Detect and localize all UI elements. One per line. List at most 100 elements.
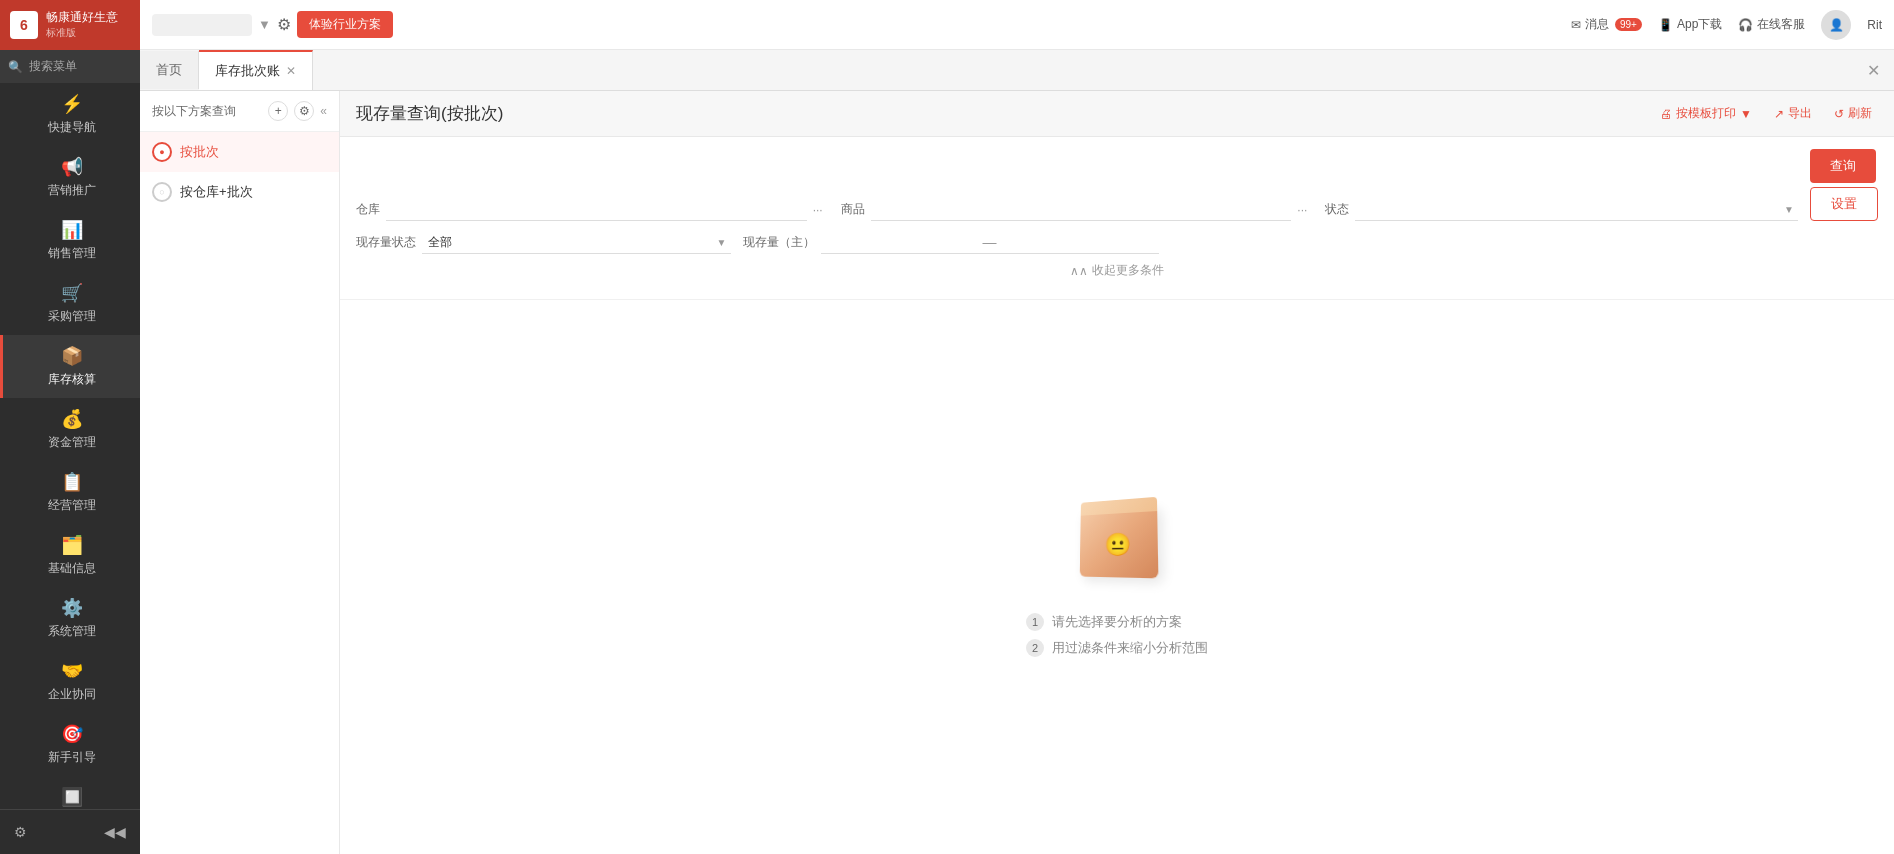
left-scheme-panel: 按以下方案查询 + ⚙ « ● 按批次 ○ 按仓库+批次 xyxy=(140,91,340,854)
collapse-left-panel-btn[interactable]: « xyxy=(320,104,327,118)
finance-label: 资金管理 xyxy=(48,434,96,451)
tab-inventory-batch-label: 库存批次账 xyxy=(215,62,280,80)
left-panel-actions: + ⚙ « xyxy=(268,101,327,121)
newcomer-label: 新手引导 xyxy=(48,749,96,766)
refresh-btn[interactable]: ↺ 刷新 xyxy=(1828,101,1878,126)
hint-text-1: 请先选择要分析的方案 xyxy=(1052,613,1182,631)
sidebar-item-sales[interactable]: 📊 销售管理 xyxy=(0,209,140,272)
sidebar-item-marketing[interactable]: 📢 营销推广 xyxy=(0,146,140,209)
status-filter: 状态 全部 ▼ xyxy=(1325,198,1798,221)
experience-btn[interactable]: 体验行业方案 xyxy=(297,11,393,38)
stock-status-select[interactable]: 全部 有库存 无库存 xyxy=(422,231,731,254)
topbar-gear-icon[interactable]: ⚙ xyxy=(277,15,291,34)
quick-nav-icon: ⚡ xyxy=(61,93,83,115)
tab-inventory-batch-close[interactable]: ✕ xyxy=(286,64,296,78)
sales-label: 销售管理 xyxy=(48,245,96,262)
purchase-icon: 🛒 xyxy=(61,282,83,304)
content-area: 按以下方案查询 + ⚙ « ● 按批次 ○ 按仓库+批次 现存量查询(按批次) xyxy=(140,91,1894,854)
sidebar-header: 6 畅康通好生意 标准版 xyxy=(0,0,140,50)
basic-icon: 🗂️ xyxy=(61,534,83,556)
product-input[interactable] xyxy=(871,198,1292,221)
topbar-message[interactable]: ✉ 消息 99+ xyxy=(1571,16,1642,33)
scheme-settings-btn[interactable]: ⚙ xyxy=(294,101,314,121)
scheme-by-batch[interactable]: ● 按批次 xyxy=(140,132,339,172)
stock-main-from[interactable] xyxy=(821,231,979,253)
sidebar-item-app-center[interactable]: 🔲 应用中心 xyxy=(0,776,140,809)
sidebar-item-basic[interactable]: 🗂️ 基础信息 xyxy=(0,524,140,587)
query-btn[interactable]: 查询 xyxy=(1810,149,1876,183)
enterprise-label: 企业协同 xyxy=(48,686,96,703)
scheme-by-warehouse-batch-icon: ○ xyxy=(152,182,172,202)
operations-icon: 📋 xyxy=(61,471,83,493)
empty-face: 😐 xyxy=(1104,531,1130,557)
app-name: 畅康通好生意 xyxy=(46,10,118,26)
warehouse-more-btn[interactable]: ··· xyxy=(807,201,829,219)
sidebar-item-quick-nav[interactable]: ⚡ 快捷导航 xyxy=(0,83,140,146)
stock-main-sep: — xyxy=(983,234,997,250)
empty-hint-2: 2 用过滤条件来缩小分析范围 xyxy=(1026,639,1208,657)
quick-nav-label: 快捷导航 xyxy=(48,119,96,136)
stock-status-filter: 现存量状态 全部 有库存 无库存 ▼ xyxy=(356,231,731,254)
sidebar-item-system[interactable]: ⚙️ 系统管理 xyxy=(0,587,140,650)
topbar-search-input[interactable] xyxy=(152,14,252,36)
service-icon: 🎧 xyxy=(1738,18,1753,32)
collapse-btn-label: 收起更多条件 xyxy=(1092,262,1164,279)
stock-main-label: 现存量（主） xyxy=(743,234,815,251)
warehouse-label: 仓库 xyxy=(356,201,380,218)
topbar: ▼ ⚙ 体验行业方案 ✉ 消息 99+ 📱 App下载 🎧 在线客服 👤 Rit xyxy=(140,0,1894,50)
empty-illustration: 😐 xyxy=(1057,497,1177,597)
message-badge: 99+ xyxy=(1615,18,1642,31)
sidebar: 6 畅康通好生意 标准版 🔍 搜索菜单 ⚡ 快捷导航 📢 营销推广 📊 销售管理… xyxy=(0,0,140,854)
sidebar-item-operations[interactable]: 📋 经营管理 xyxy=(0,461,140,524)
username[interactable]: Rit xyxy=(1867,18,1882,32)
topbar-right: ✉ 消息 99+ 📱 App下载 🎧 在线客服 👤 Rit xyxy=(1571,10,1882,40)
scheme-by-warehouse-batch[interactable]: ○ 按仓库+批次 xyxy=(140,172,339,212)
left-panel-title: 按以下方案查询 xyxy=(152,103,236,120)
product-label: 商品 xyxy=(841,201,865,218)
settings-footer-btn[interactable]: ⚙ xyxy=(10,820,31,844)
sidebar-item-inventory[interactable]: 📦 库存核算 xyxy=(0,335,140,398)
stock-main-range: — xyxy=(821,231,1159,254)
tab-inventory-batch[interactable]: 库存批次账 ✕ xyxy=(199,50,313,90)
sidebar-item-enterprise[interactable]: 🤝 企业协同 xyxy=(0,650,140,713)
stock-main-to[interactable] xyxy=(1001,231,1159,253)
stock-status-label: 现存量状态 xyxy=(356,234,416,251)
user-avatar[interactable]: 👤 xyxy=(1821,10,1851,40)
status-select[interactable]: 全部 xyxy=(1355,198,1798,221)
search-menu-label: 搜索菜单 xyxy=(29,58,77,75)
filter-settings-btn[interactable]: 设置 xyxy=(1810,187,1878,221)
export-icon: ↗ xyxy=(1774,107,1784,121)
search-menu-item[interactable]: 🔍 搜索菜单 xyxy=(0,50,140,83)
app-center-icon: 🔲 xyxy=(61,786,83,808)
collapse-more-conditions-btn[interactable]: ∧∧ 收起更多条件 xyxy=(356,254,1878,287)
topbar-dropdown-arrow[interactable]: ▼ xyxy=(258,17,271,32)
status-select-wrapper: 全部 ▼ xyxy=(1355,198,1798,221)
topbar-app-download[interactable]: 📱 App下载 xyxy=(1658,16,1722,33)
topbar-breadcrumb: ▼ ⚙ 体验行业方案 xyxy=(152,11,1561,38)
warehouse-input[interactable] xyxy=(386,198,807,221)
sidebar-item-newcomer[interactable]: 🎯 新手引导 xyxy=(0,713,140,776)
app-download-label: App下载 xyxy=(1677,16,1722,33)
product-more-btn[interactable]: ··· xyxy=(1291,201,1313,219)
scheme-by-batch-label: 按批次 xyxy=(180,143,219,161)
message-label: 消息 xyxy=(1585,16,1609,33)
sidebar-item-finance[interactable]: 💰 资金管理 xyxy=(0,398,140,461)
add-scheme-btn[interactable]: + xyxy=(268,101,288,121)
empty-box: 😐 xyxy=(1080,505,1159,579)
print-template-btn[interactable]: 🖨 按模板打印 ▼ xyxy=(1654,101,1758,126)
topbar-online-service[interactable]: 🎧 在线客服 xyxy=(1738,16,1805,33)
status-label: 状态 xyxy=(1325,201,1349,218)
app-logo: 6 xyxy=(10,11,38,39)
operations-label: 经营管理 xyxy=(48,497,96,514)
enterprise-icon: 🤝 xyxy=(61,660,83,682)
stock-main-filter: 现存量（主） — xyxy=(743,231,1118,254)
collapse-sidebar-btn[interactable]: ◀◀ xyxy=(100,820,130,844)
scheme-by-batch-icon: ● xyxy=(152,142,172,162)
tabs-close-all-btn[interactable]: ✕ xyxy=(1853,61,1894,80)
export-btn[interactable]: ↗ 导出 xyxy=(1768,101,1818,126)
sales-icon: 📊 xyxy=(61,219,83,241)
sidebar-item-purchase[interactable]: 🛒 采购管理 xyxy=(0,272,140,335)
tab-home[interactable]: 首页 xyxy=(140,51,199,89)
print-icon: 🖨 xyxy=(1660,107,1672,121)
empty-state: 😐 1 请先选择要分析的方案 2 用过滤条件来缩小分析范围 xyxy=(340,300,1894,854)
